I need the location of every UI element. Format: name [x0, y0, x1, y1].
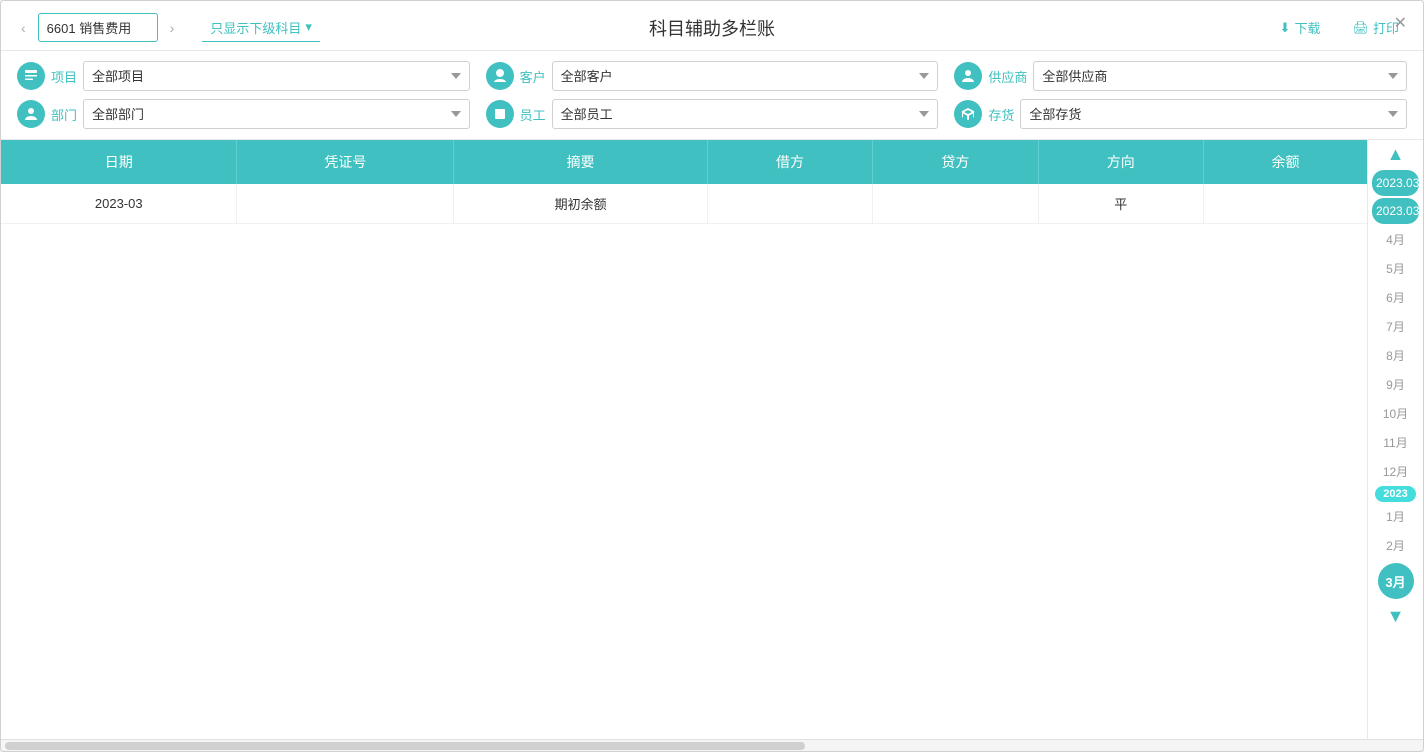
main-area: 日期 凭证号 摘要 借方 贷方 方向 余额 2023-03 期初余额 平 ▲ 202… — [1, 140, 1423, 739]
year-badge-2023-wrap: 2023 — [1368, 486, 1423, 502]
timeline-down-button[interactable]: ▼ — [1368, 602, 1423, 631]
supplier-select[interactable]: 全部供应商 — [1033, 61, 1407, 91]
department-select[interactable]: 全部部门 — [83, 99, 470, 129]
customer-select[interactable]: 全部客户 — [552, 61, 939, 91]
download-label: 下载 — [1294, 18, 1320, 37]
year-badge-2023[interactable]: 2023 — [1375, 486, 1415, 502]
cell-balance — [1203, 184, 1367, 224]
cell-direction: 平 — [1038, 184, 1203, 224]
inventory-label: 存货 — [988, 105, 1014, 124]
cell-credit — [873, 184, 1038, 224]
timeline-item-march-selected[interactable]: 3月 — [1378, 563, 1414, 599]
timeline-item-october[interactable]: 10月 — [1368, 399, 1423, 428]
timeline-item-december[interactable]: 12月 — [1368, 457, 1423, 486]
cell-debit — [707, 184, 872, 224]
scrollbar-thumb — [5, 742, 805, 750]
filter-bar: 项目 全部项目 客户 全部客户 供应商 — [1, 51, 1423, 140]
download-button[interactable]: ⬇ 下载 — [1272, 14, 1329, 41]
horizontal-scrollbar[interactable] — [1, 739, 1423, 751]
timeline-item-march-selected-wrap: 3月 — [1378, 563, 1414, 599]
dropdown-arrow-icon: ▾ — [305, 19, 312, 35]
filter-inventory: 存货 全部存货 — [954, 99, 1407, 129]
print-icon: 🖨 — [1352, 20, 1369, 36]
timeline-item-2023-03-second[interactable]: 2023.03 — [1372, 198, 1419, 224]
timeline-item-feb[interactable]: 2月 — [1368, 531, 1423, 560]
title-bar: ‹ 6601 销售费用 › 只显示下级科目 ▾ 科目辅助多栏账 ⬇ 下载 🖨 打… — [1, 1, 1423, 51]
account-code: 6601 销售费用 — [38, 13, 158, 42]
timeline-item-september[interactable]: 9月 — [1368, 370, 1423, 399]
table-header-row: 日期 凭证号 摘要 借方 贷方 方向 余额 — [1, 140, 1367, 184]
col-date: 日期 — [1, 140, 237, 184]
filter-supplier: 供应商 全部供应商 — [954, 61, 1407, 91]
cell-date: 2023-03 — [1, 184, 237, 224]
table-wrapper[interactable]: 日期 凭证号 摘要 借方 贷方 方向 余额 2023-03 期初余额 平 — [1, 140, 1367, 739]
col-credit: 贷方 — [873, 140, 1038, 184]
inventory-select[interactable]: 全部存货 — [1020, 99, 1407, 129]
col-direction: 方向 — [1038, 140, 1203, 184]
main-window: ‹ 6601 销售费用 › 只显示下级科目 ▾ 科目辅助多栏账 ⬇ 下载 🖨 打… — [0, 0, 1424, 752]
timeline-item-july[interactable]: 7月 — [1368, 312, 1423, 341]
download-icon: ⬇ — [1280, 20, 1291, 36]
customer-icon — [486, 62, 514, 90]
cell-summary: 期初余额 — [454, 184, 708, 224]
timeline-up-button[interactable]: ▲ — [1368, 140, 1423, 169]
show-sub-label: 只显示下级科目 — [210, 18, 301, 37]
department-icon — [17, 100, 45, 128]
cell-voucher — [237, 184, 454, 224]
filter-customer: 客户 全部客户 — [486, 61, 939, 91]
close-button[interactable]: ✕ — [1394, 13, 1407, 33]
col-voucher: 凭证号 — [237, 140, 454, 184]
page-title: 科目辅助多栏账 — [649, 15, 775, 41]
timeline-item-april[interactable]: 4月 — [1368, 225, 1423, 254]
timeline-item-november[interactable]: 11月 — [1368, 428, 1423, 457]
col-balance: 余额 — [1203, 140, 1367, 184]
timeline-item-2023-03-top[interactable]: 2023.03 — [1372, 170, 1419, 196]
timeline-item-august[interactable]: 8月 — [1368, 341, 1423, 370]
ledger-table: 日期 凭证号 摘要 借方 贷方 方向 余额 2023-03 期初余额 平 — [1, 140, 1367, 224]
timeline-item-jan[interactable]: 1月 — [1368, 502, 1423, 531]
employee-icon — [486, 100, 514, 128]
project-select[interactable]: 全部项目 — [83, 61, 470, 91]
prev-account-button[interactable]: ‹ — [17, 18, 30, 38]
inventory-icon — [954, 100, 982, 128]
show-sub-button[interactable]: 只显示下级科目 ▾ — [202, 14, 320, 42]
supplier-icon — [954, 62, 982, 90]
employee-label: 员工 — [520, 105, 546, 124]
filter-project: 项目 全部项目 — [17, 61, 470, 91]
project-label: 项目 — [51, 67, 77, 86]
col-debit: 借方 — [707, 140, 872, 184]
next-account-button[interactable]: › — [166, 18, 179, 38]
employee-select[interactable]: 全部员工 — [552, 99, 939, 129]
title-bar-right: ⬇ 下载 🖨 打印 ✕ — [1272, 14, 1407, 41]
col-summary: 摘要 — [454, 140, 708, 184]
table-row[interactable]: 2023-03 期初余额 平 — [1, 184, 1367, 224]
department-label: 部门 — [51, 105, 77, 124]
project-icon — [17, 62, 45, 90]
filter-department: 部门 全部部门 — [17, 99, 470, 129]
timeline-panel: ▲ 2023.03 2023.03 4月 5月 6月 7月 8月 9月 10月 … — [1367, 140, 1423, 739]
supplier-label: 供应商 — [988, 67, 1027, 86]
filter-employee: 员工 全部员工 — [486, 99, 939, 129]
timeline-item-june[interactable]: 6月 — [1368, 283, 1423, 312]
customer-label: 客户 — [520, 67, 546, 86]
timeline-item-may[interactable]: 5月 — [1368, 254, 1423, 283]
title-bar-left: ‹ 6601 销售费用 › 只显示下级科目 ▾ — [17, 13, 320, 42]
